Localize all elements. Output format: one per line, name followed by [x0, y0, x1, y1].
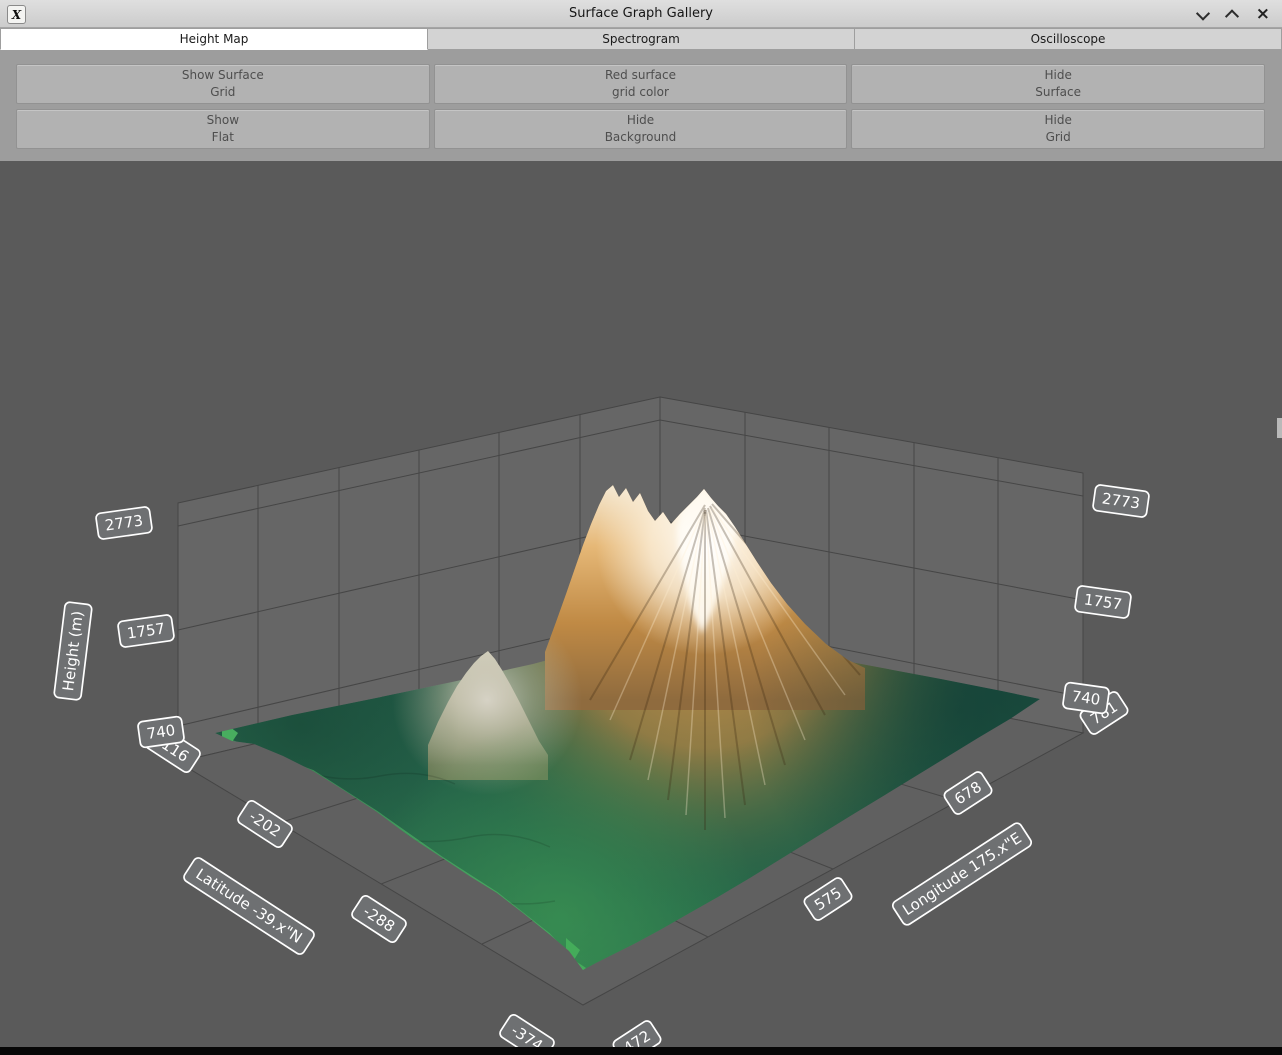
window-border-notch — [1277, 418, 1282, 438]
latitude-tick-label: -288 — [350, 894, 408, 944]
window-shade-button[interactable] — [1198, 5, 1208, 24]
latitude-tick-label: -374 — [498, 1013, 556, 1047]
chevron-down-icon — [1196, 6, 1210, 20]
surface-3d-scene: -116 -202 -288 -374 Latitude -39.x"N 781… — [0, 161, 1282, 1047]
surface-plot-viewport[interactable]: -116 -202 -288 -374 Latitude -39.x"N 781… — [0, 161, 1282, 1047]
height-tick-label: 1757 — [117, 614, 174, 647]
longitude-axis-title-label: Longitude 175.x"E — [891, 821, 1033, 926]
chevron-up-icon — [1225, 9, 1239, 23]
height-axis-title-label: Height (m) — [54, 602, 92, 701]
window-close-button[interactable]: × — [1256, 6, 1270, 23]
window-maximize-button[interactable] — [1227, 5, 1237, 24]
titlebar[interactable]: X Surface Graph Gallery × — [0, 0, 1282, 28]
app-window: X Surface Graph Gallery × Height Map Spe… — [0, 0, 1282, 1055]
longitude-tick-label: 575 — [802, 876, 853, 922]
window-bottom-border — [0, 1047, 1282, 1055]
show-surface-grid-button[interactable]: Show SurfaceGrid — [16, 64, 430, 104]
longitude-tick-label: 472 — [611, 1019, 662, 1047]
height-tick-label: 740 — [137, 716, 184, 748]
tab-oscilloscope[interactable]: Oscilloscope — [855, 28, 1282, 50]
app-icon: X — [7, 5, 26, 24]
window-title: Surface Graph Gallery — [0, 6, 1282, 21]
hide-surface-button[interactable]: HideSurface — [851, 64, 1265, 104]
show-flat-button[interactable]: ShowFlat — [16, 109, 430, 149]
latitude-axis-title-label: Latitude -39.x"N — [182, 856, 316, 956]
height-tick-label: 740 — [1062, 682, 1109, 714]
svg-text:Latitude -39.x"N: Latitude -39.x"N — [193, 865, 306, 947]
red-surface-grid-color-button[interactable]: Red surfacegrid color — [434, 64, 848, 104]
height-tick-label: 2773 — [95, 506, 152, 539]
control-button-panel: Show SurfaceGrid Red surfacegrid color H… — [0, 50, 1282, 161]
height-tick-label: 2773 — [1092, 484, 1149, 517]
tab-spectrogram[interactable]: Spectrogram — [428, 28, 855, 50]
hide-grid-button[interactable]: HideGrid — [851, 109, 1265, 149]
tab-bar: Height Map Spectrogram Oscilloscope — [0, 28, 1282, 50]
tab-height-map[interactable]: Height Map — [0, 28, 428, 50]
svg-text:Longitude 175.x"E: Longitude 175.x"E — [899, 829, 1025, 919]
window-controls: × — [1198, 0, 1270, 28]
hide-background-button[interactable]: HideBackground — [434, 109, 848, 149]
